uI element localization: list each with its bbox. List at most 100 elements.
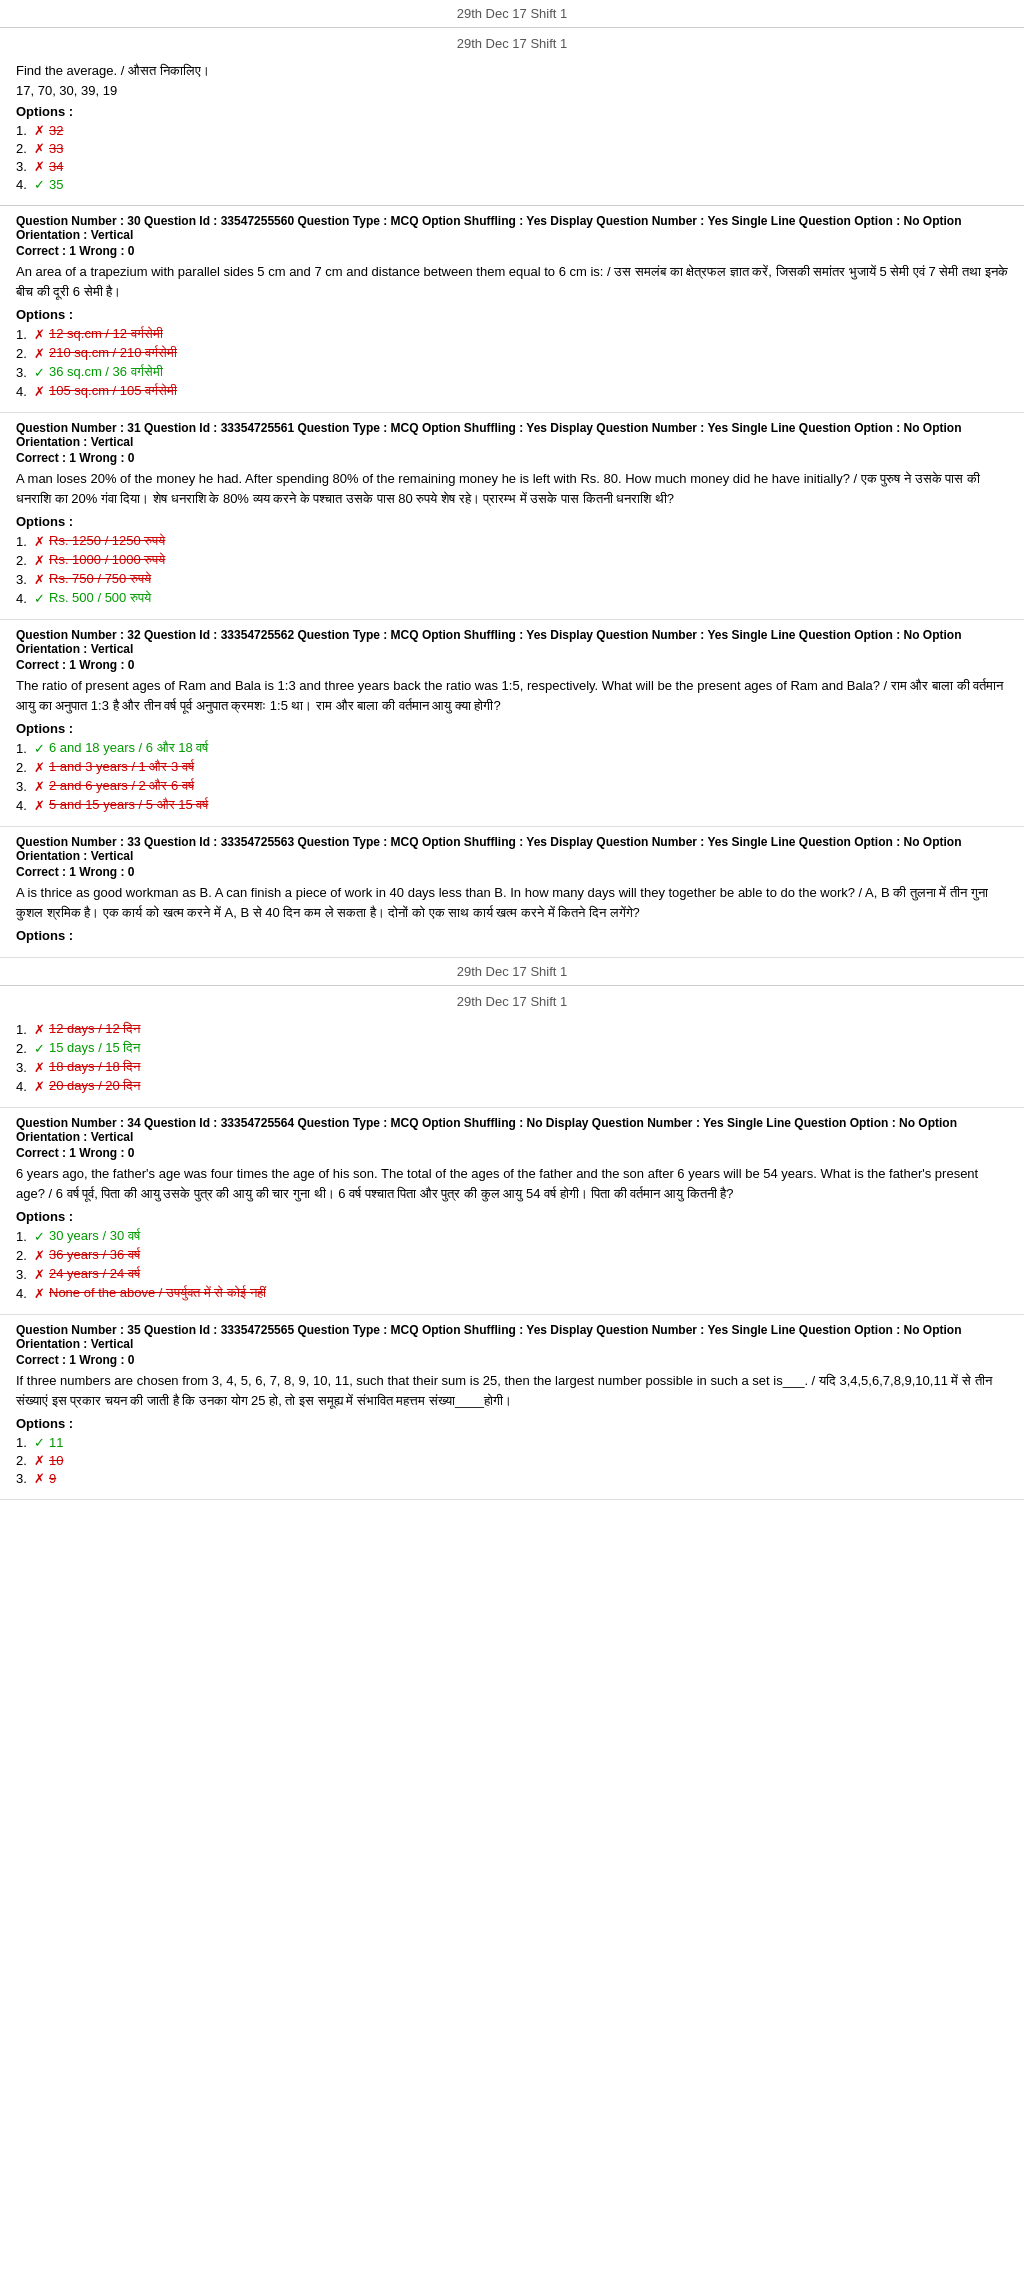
wrong-icon: ✗: [34, 798, 45, 813]
q33-text: A is thrice as good workman as B. A can …: [16, 883, 1008, 922]
q32-options: 1. ✓ 6 and 18 years / 6 और 18 वर्ष 2. ✗ 1…: [16, 740, 1008, 813]
option-number: 3.: [16, 365, 34, 380]
wrong-icon: ✗: [34, 760, 45, 775]
option-text: 6 and 18 years / 6 और 18 वर्ष: [49, 740, 208, 756]
q30-correct-wrong: Correct : 1 Wrong : 0: [16, 244, 1008, 258]
q32-correct-wrong: Correct : 1 Wrong : 0: [16, 658, 1008, 672]
find-average-block: Find the average. / औसत निकालिए। 17, 70,…: [0, 55, 1024, 205]
option-text: 36 years / 36 वर्ष: [49, 1247, 140, 1263]
option-text: 15 days / 15 दिन: [49, 1040, 140, 1056]
top-header: 29th Dec 17 Shift 1: [0, 0, 1024, 28]
wrong-icon: ✗: [34, 1022, 45, 1037]
section-header-2: 29th Dec 17 Shift 1: [0, 958, 1024, 986]
correct-icon: ✓: [34, 1435, 45, 1450]
q30-text: An area of a trapezium with parallel sid…: [16, 262, 1008, 301]
q35-options: 1. ✓ 112. ✗ 103. ✗ 9: [16, 1435, 1008, 1486]
option-number: 2.: [16, 553, 34, 568]
wrong-icon: ✗: [34, 1453, 45, 1468]
option-number: 1.: [16, 534, 34, 549]
correct-icon: ✓: [34, 365, 45, 380]
wrong-icon: ✗: [34, 779, 45, 794]
option-item: 2. ✗ 1 and 3 years / 1 और 3 वर्ष: [16, 759, 1008, 775]
q31-text: A man loses 20% of the money he had. Aft…: [16, 469, 1008, 508]
option-text: 2 and 6 years / 2 और 6 वर्ष: [49, 778, 194, 794]
option-item: 4. ✗ 105 sq.cm / 105 वर्गसेमी: [16, 383, 1008, 399]
wrong-icon: ✗: [34, 159, 45, 174]
option-item: 1. ✗ Rs. 1250 / 1250 रुपये: [16, 533, 1008, 549]
option-text: Rs. 500 / 500 रुपये: [49, 590, 151, 606]
option-number: 2.: [16, 760, 34, 775]
option-number: 3.: [16, 159, 34, 174]
option-text: 24 years / 24 वर्ष: [49, 1266, 140, 1282]
wrong-icon: ✗: [34, 553, 45, 568]
q34-correct-wrong: Correct : 1 Wrong : 0: [16, 1146, 1008, 1160]
q34-options-label: Options :: [16, 1209, 1008, 1224]
option-text: 105 sq.cm / 105 वर्गसेमी: [49, 383, 177, 399]
q31-correct-wrong: Correct : 1 Wrong : 0: [16, 451, 1008, 465]
option-number: 1.: [16, 1022, 34, 1037]
wrong-icon: ✗: [34, 346, 45, 361]
correct-icon: ✓: [34, 1229, 45, 1244]
option-item: 1. ✓ 6 and 18 years / 6 और 18 वर्ष: [16, 740, 1008, 756]
option-text: 12 sq.cm / 12 वर्गसेमी: [49, 326, 163, 342]
option-item: 3. ✗ Rs. 750 / 750 रुपये: [16, 571, 1008, 587]
option-item: 1. ✗ 32: [16, 123, 1008, 138]
option-number: 2.: [16, 1041, 34, 1056]
q33-correct-wrong: Correct : 1 Wrong : 0: [16, 865, 1008, 879]
option-item: 4. ✗ 5 and 15 years / 5 और 15 वर्ष: [16, 797, 1008, 813]
option-number: 4.: [16, 591, 34, 606]
option-item: 4. ✗ None of the above / उपर्युक्त में स…: [16, 1285, 1008, 1301]
section-header-3: 29th Dec 17 Shift 1: [0, 986, 1024, 1013]
q34-text: 6 years ago, the father's age was four t…: [16, 1164, 1008, 1203]
option-number: 3.: [16, 779, 34, 794]
wrong-icon: ✗: [34, 384, 45, 399]
question-35-block: Question Number : 35 Question Id : 33354…: [0, 1315, 1024, 1500]
correct-icon: ✓: [34, 591, 45, 606]
option-item: 3. ✗ 18 days / 18 दिन: [16, 1059, 1008, 1075]
question-33-options-block: 1. ✗ 12 days / 12 दिन2. ✓ 15 days / 15 द…: [0, 1013, 1024, 1108]
wrong-icon: ✗: [34, 534, 45, 549]
option-number: 1.: [16, 1229, 34, 1244]
option-text: None of the above / उपर्युक्त में से कोई…: [49, 1285, 266, 1301]
q30-options: 1. ✗ 12 sq.cm / 12 वर्गसेमी2. ✗ 210 sq.c…: [16, 326, 1008, 399]
option-item: 3. ✗ 2 and 6 years / 2 और 6 वर्ष: [16, 778, 1008, 794]
option-number: 4.: [16, 1286, 34, 1301]
section-header-1: 29th Dec 17 Shift 1: [0, 28, 1024, 55]
option-number: 3.: [16, 572, 34, 587]
option-item: 2. ✗ 33: [16, 141, 1008, 156]
option-number: 2.: [16, 346, 34, 361]
option-text: Rs. 750 / 750 रुपये: [49, 571, 151, 587]
option-item: 3. ✗ 24 years / 24 वर्ष: [16, 1266, 1008, 1282]
q34-meta: Question Number : 34 Question Id : 33354…: [16, 1116, 1008, 1144]
option-item: 1. ✗ 12 days / 12 दिन: [16, 1021, 1008, 1037]
option-text: Rs. 1000 / 1000 रुपये: [49, 552, 165, 568]
option-text: 36 sq.cm / 36 वर्गसेमी: [49, 364, 163, 380]
wrong-icon: ✗: [34, 141, 45, 156]
wrong-icon: ✗: [34, 572, 45, 587]
correct-icon: ✓: [34, 177, 45, 192]
wrong-icon: ✗: [34, 1248, 45, 1263]
option-item: 1. ✓ 30 years / 30 वर्ष: [16, 1228, 1008, 1244]
option-text: 12 days / 12 दिन: [49, 1021, 140, 1037]
option-text: 5 and 15 years / 5 और 15 वर्ष: [49, 797, 208, 813]
option-text: 35: [49, 177, 63, 192]
option-number: 3.: [16, 1267, 34, 1282]
option-text: 9: [49, 1471, 56, 1486]
wrong-icon: ✗: [34, 1471, 45, 1486]
option-number: 4.: [16, 798, 34, 813]
question-31-block: Question Number : 31 Question Id : 33354…: [0, 413, 1024, 620]
option-number: 1.: [16, 327, 34, 342]
option-text: 33: [49, 141, 63, 156]
option-text: Rs. 1250 / 1250 रुपये: [49, 533, 165, 549]
option-number: 2.: [16, 141, 34, 156]
option-number: 1.: [16, 123, 34, 138]
question-30-block: Question Number : 30 Question Id : 33547…: [0, 206, 1024, 413]
q35-options-label: Options :: [16, 1416, 1008, 1431]
option-item: 1. ✗ 12 sq.cm / 12 वर्गसेमी: [16, 326, 1008, 342]
q35-text: If three numbers are chosen from 3, 4, 5…: [16, 1371, 1008, 1410]
option-text: 11: [49, 1435, 63, 1450]
q31-meta: Question Number : 31 Question Id : 33354…: [16, 421, 1008, 449]
correct-icon: ✓: [34, 741, 45, 756]
option-text: 20 days / 20 दिन: [49, 1078, 140, 1094]
option-number: 3.: [16, 1471, 34, 1486]
